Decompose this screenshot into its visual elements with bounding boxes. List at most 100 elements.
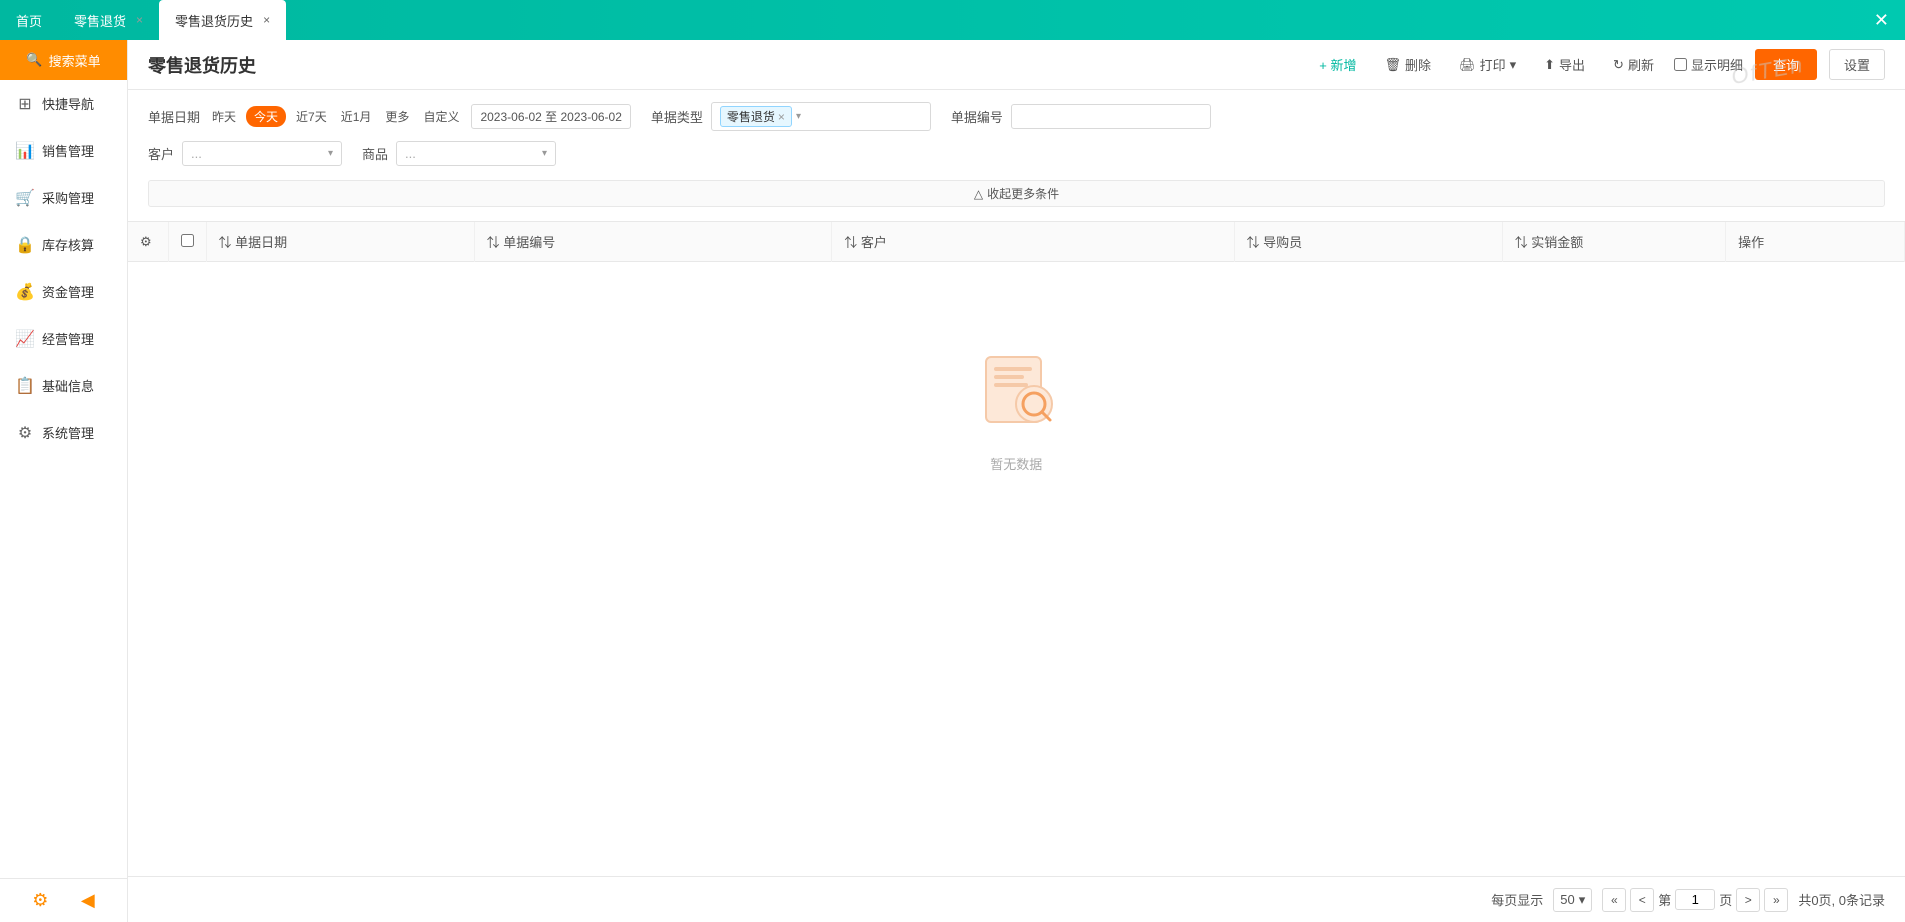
- window-close-icon[interactable]: ✕: [1874, 10, 1889, 31]
- sidebar-search-label: 搜索菜单: [49, 51, 101, 70]
- print-icon: 🖨: [1459, 57, 1476, 73]
- sidebar-item-system[interactable]: ⚙ 系统管理: [0, 409, 127, 456]
- th-settings[interactable]: ⚙: [128, 222, 168, 262]
- select-all-checkbox[interactable]: [181, 234, 194, 247]
- content-area: 零售退货历史 + 新增 🗑 删除 🖨 打印 ▾ ⬆ 导出 ↻: [128, 40, 1905, 922]
- page-size-label: 每页显示: [1491, 890, 1543, 909]
- settings-icon[interactable]: ⚙: [32, 890, 48, 911]
- sidebar-search[interactable]: 🔍 搜索菜单: [0, 40, 127, 80]
- tab-close-retail-return-history[interactable]: ×: [263, 13, 270, 27]
- page-size-select[interactable]: 50 ▾: [1553, 888, 1592, 912]
- delete-button[interactable]: 🗑 删除: [1377, 51, 1440, 78]
- sidebar-item-purchase-mgmt[interactable]: 🛒 采购管理: [0, 174, 127, 221]
- customer-input[interactable]: ... ▾: [182, 141, 342, 166]
- doc-type-dropdown-icon: ▾: [796, 111, 801, 122]
- date-opt-4[interactable]: 更多: [381, 106, 413, 127]
- table-footer: 每页显示 50 ▾ « < 第 页 > »: [128, 876, 1905, 922]
- show-detail-checkbox-label[interactable]: 显示明细: [1674, 55, 1743, 74]
- refresh-button[interactable]: ↻ 刷新: [1605, 51, 1662, 78]
- settings-icon: ⚙: [140, 234, 152, 249]
- sidebar-item-finance[interactable]: 💰 资金管理: [0, 268, 127, 315]
- show-detail-checkbox[interactable]: [1674, 58, 1687, 71]
- delete-icon: 🗑: [1385, 57, 1402, 73]
- customer-filter: 客户 ... ▾: [148, 141, 342, 166]
- goods-dropdown-icon: ▾: [542, 148, 547, 159]
- th-guide-label: ⇅ 导购员: [1247, 235, 1303, 250]
- th-guide[interactable]: ⇅ 导购员: [1234, 222, 1502, 262]
- th-customer[interactable]: ⇅ 客户: [832, 222, 1234, 262]
- menu-icon-inventory: 🔒: [16, 236, 34, 254]
- date-options: 昨天今天近7天近1月更多自定义: [208, 106, 463, 127]
- doc-type-tag-text: 零售退货: [727, 108, 775, 125]
- doc-type-input[interactable]: 零售退货 × ▾: [711, 102, 931, 131]
- th-checkbox[interactable]: [168, 222, 206, 262]
- doc-type-tag-close[interactable]: ×: [778, 110, 785, 124]
- date-opt-0[interactable]: 昨天: [208, 106, 240, 127]
- filter-row-1: 单据日期 昨天今天近7天近1月更多自定义 2023-06-02 至 2023-0…: [148, 102, 1885, 131]
- menu-label-purchase-mgmt: 采购管理: [42, 188, 94, 207]
- page-size-dropdown-icon: ▾: [1579, 892, 1586, 908]
- date-opt-3[interactable]: 近1月: [337, 106, 376, 127]
- sidebar-item-sales-mgmt[interactable]: 📊 销售管理: [0, 127, 127, 174]
- empty-state: 暂无数据: [128, 262, 1905, 553]
- th-date-label: ⇅ 单据日期: [219, 235, 288, 250]
- menu-icon-purchase-mgmt: 🛒: [16, 189, 34, 207]
- page-label: 第: [1658, 890, 1671, 909]
- last-page-button[interactable]: »: [1764, 888, 1788, 912]
- table-header-row: ⚙ ⇅ 单据日期 ⇅ 单据编号 ⇅ 客户: [128, 222, 1905, 262]
- th-date[interactable]: ⇅ 单据日期: [206, 222, 474, 262]
- export-button[interactable]: ⬆ 导出: [1536, 51, 1593, 78]
- th-num[interactable]: ⇅ 单据编号: [474, 222, 832, 262]
- last-page-icon: »: [1773, 893, 1780, 907]
- empty-icon: [966, 342, 1066, 442]
- sidebar-item-inventory[interactable]: 🔒 库存核算: [0, 221, 127, 268]
- total-info: 共0页, 0条记录: [1798, 890, 1885, 909]
- new-button[interactable]: + 新增: [1311, 51, 1364, 78]
- sidebar-item-basic-info[interactable]: 📋 基础信息: [0, 362, 127, 409]
- goods-label: 商品: [362, 144, 388, 163]
- date-filter: 单据日期 昨天今天近7天近1月更多自定义 2023-06-02 至 2023-0…: [148, 104, 631, 129]
- tab-retail-return[interactable]: 零售退货×: [58, 0, 159, 40]
- collapse-button[interactable]: △ 收起更多条件: [148, 180, 1885, 207]
- sidebar: 🔍 搜索菜单 ⊞ 快捷导航 📊 销售管理 🛒 采购管理 🔒 库存核算 💰 资金管…: [0, 40, 128, 922]
- sidebar-item-quick-nav[interactable]: ⊞ 快捷导航: [0, 80, 127, 127]
- search-icon: 🔍: [26, 52, 42, 68]
- header-actions: + 新增 🗑 删除 🖨 打印 ▾ ⬆ 导出 ↻ 刷新: [1311, 49, 1885, 80]
- th-amount[interactable]: ⇅ 实销金额: [1502, 222, 1725, 262]
- prev-page-icon: <: [1639, 893, 1646, 907]
- goods-filter: 商品 ... ▾: [362, 141, 556, 166]
- tab-close-retail-return[interactable]: ×: [136, 13, 143, 27]
- filter-row-2: 客户 ... ▾ 商品 ... ▾: [148, 141, 1885, 166]
- menu-label-finance: 资金管理: [42, 282, 94, 301]
- next-page-icon: >: [1745, 893, 1752, 907]
- first-page-button[interactable]: «: [1602, 888, 1626, 912]
- doc-num-filter: 单据编号: [951, 104, 1211, 129]
- menu-label-basic-info: 基础信息: [42, 376, 94, 395]
- menu-icon-quick-nav: ⊞: [16, 95, 34, 113]
- doc-type-tag: 零售退货 ×: [720, 106, 792, 127]
- tab-home[interactable]: 首页: [0, 0, 58, 40]
- main-layout: 🔍 搜索菜单 ⊞ 快捷导航 📊 销售管理 🛒 采购管理 🔒 库存核算 💰 资金管…: [0, 40, 1905, 922]
- tab-bar: 首页零售退货×零售退货历史×: [0, 0, 1874, 40]
- menu-label-system: 系统管理: [42, 423, 94, 442]
- sidebar-item-operations[interactable]: 📈 经营管理: [0, 315, 127, 362]
- date-opt-2[interactable]: 近7天: [292, 106, 331, 127]
- prev-page-button[interactable]: <: [1630, 888, 1654, 912]
- print-button[interactable]: 🖨 打印 ▾: [1451, 51, 1524, 78]
- next-page-button[interactable]: >: [1736, 888, 1760, 912]
- date-range-display[interactable]: 2023-06-02 至 2023-06-02: [471, 104, 630, 129]
- query-button[interactable]: 查询: [1755, 49, 1817, 80]
- doc-num-input[interactable]: [1011, 104, 1211, 129]
- customer-label: 客户: [148, 144, 174, 163]
- menu-label-quick-nav: 快捷导航: [42, 94, 94, 113]
- goods-input[interactable]: ... ▾: [396, 141, 556, 166]
- th-num-label: ⇅ 单据编号: [487, 235, 556, 250]
- date-opt-1[interactable]: 今天: [246, 106, 286, 127]
- collapse-label: 收起更多条件: [987, 185, 1059, 202]
- page-num-input[interactable]: [1675, 889, 1715, 910]
- collapse-icon[interactable]: ◀: [81, 890, 95, 911]
- tab-retail-return-history[interactable]: 零售退货历史×: [159, 0, 286, 40]
- date-opt-5[interactable]: 自定义: [419, 106, 463, 127]
- customer-dropdown-icon: ▾: [328, 148, 333, 159]
- setting-button[interactable]: 设置: [1829, 49, 1885, 80]
